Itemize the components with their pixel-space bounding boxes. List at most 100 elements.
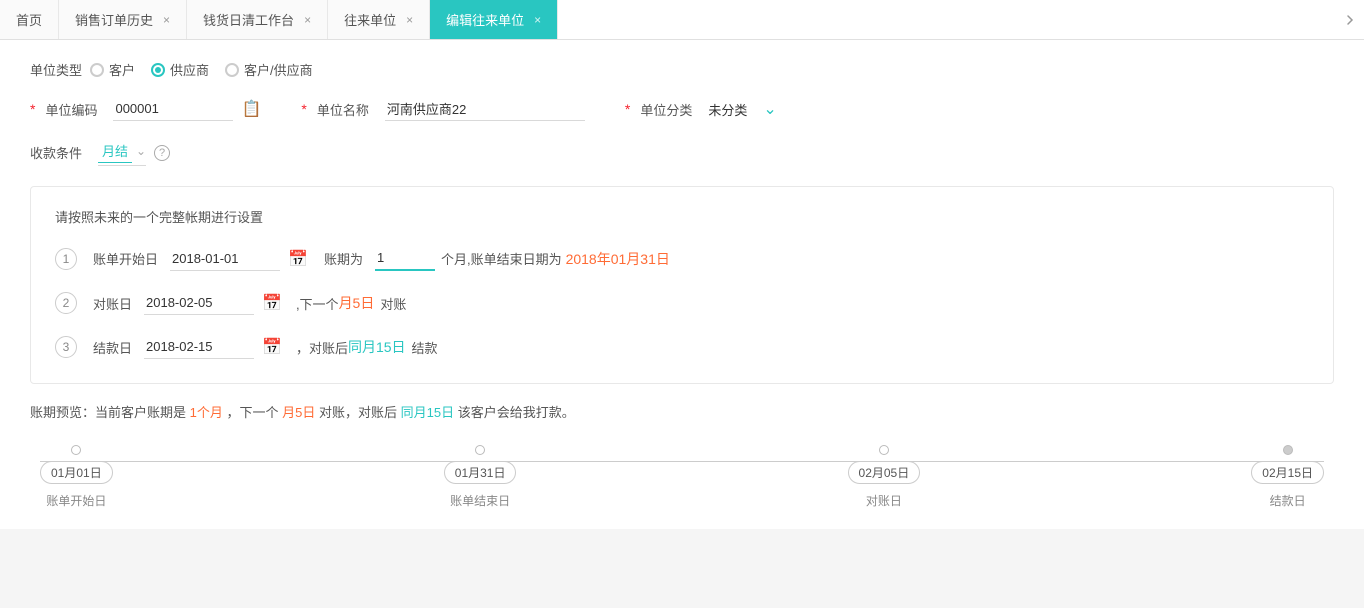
tab-edit-close[interactable]: × [534, 13, 541, 27]
tab-partner[interactable]: 往来单位 × [328, 0, 430, 39]
tab-edit-partner[interactable]: 编辑往来单位 × [430, 0, 558, 39]
help-icon[interactable]: ? [154, 145, 170, 161]
timeline-point-2: 02月05日 对账日 [848, 445, 921, 509]
timeline-dot-0 [71, 445, 81, 455]
unit-type-label: 单位类型 [30, 60, 82, 79]
period-row-3: 3 结款日 📅 ，对账后 同月15日 结款 [55, 335, 1309, 359]
period-box: 请按照未来的一个完整帐期进行设置 1 账单开始日 📅 账期为 个月,账单结束日期… [30, 186, 1334, 384]
radio-customer[interactable]: 客户 [90, 60, 135, 79]
unit-name-label: 单位名称 [317, 100, 369, 119]
timeline-label-2: 对账日 [866, 492, 902, 509]
step-2: 2 [55, 292, 77, 314]
timeline-dot-2 [879, 445, 889, 455]
period-date-3[interactable] [144, 335, 254, 359]
unit-fields-row: * 单位编码 📋 * 单位名称 * 单位分类 未分类 ⌄ [30, 97, 1334, 121]
unit-code-group: * 单位编码 📋 [30, 97, 261, 121]
period-label-1: 账单开始日 [93, 249, 158, 268]
period-label-3: 结款日 [93, 338, 132, 357]
radio-both-circle [225, 63, 239, 77]
calendar-icon-2[interactable]: 📅 [262, 293, 282, 313]
period-row3-post: 结款 [412, 338, 438, 357]
collect-label: 收款条件 [30, 143, 82, 162]
period-for-label: 账期为 [324, 249, 363, 268]
radio-customer-label: 客户 [109, 60, 135, 79]
class-star: * [625, 101, 630, 117]
tab-home[interactable]: 首页 [0, 0, 59, 39]
main-content: 单位类型 客户 供应商 客户/供应商 * 单位编码 📋 * 单位名称 [0, 40, 1364, 529]
tab-cash-work[interactable]: 钱货日清工作台 × [187, 0, 328, 39]
timeline-point-0: 01月01日 账单开始日 [40, 445, 113, 509]
period-row-1: 1 账单开始日 📅 账期为 个月,账单结束日期为 2018年01月31日 [55, 246, 1309, 271]
period-row2-pre: ,下一个 [296, 294, 339, 313]
collect-row: 收款条件 月结 ⌄ ? [30, 139, 1334, 166]
radio-supplier-circle [151, 63, 165, 77]
period-suffix-pre: 个月,账单结束日期为 [441, 249, 562, 268]
calendar-icon-3[interactable]: 📅 [262, 337, 282, 357]
tab-partner-close[interactable]: × [406, 13, 413, 27]
collect-value: 月结 [98, 139, 132, 163]
period-title: 请按照未来的一个完整帐期进行设置 [55, 207, 1309, 226]
period-row2-highlight: 月5日 [339, 293, 375, 313]
timeline-badge-3: 02月15日 [1251, 461, 1324, 484]
radio-both[interactable]: 客户/供应商 [225, 60, 313, 79]
preview-suffix: 该客户会给我打款。 [458, 405, 575, 420]
radio-group: 客户 供应商 客户/供应商 [90, 60, 313, 79]
chevron-right-icon [1344, 14, 1356, 26]
collect-select-wrapper[interactable]: 月结 ⌄ [98, 139, 146, 166]
timeline-points: 01月01日 账单开始日 01月31日 账单结束日 02月05日 对账日 02月… [40, 445, 1324, 509]
timeline-label-3: 结款日 [1270, 492, 1306, 509]
unit-class-dropdown-icon[interactable]: ⌄ [763, 99, 776, 119]
unit-type-row: 单位类型 客户 供应商 客户/供应商 [30, 60, 1334, 79]
unit-code-label: 单位编码 [45, 100, 97, 119]
tab-sales-label: 销售订单历史 [75, 10, 153, 29]
preview-highlight3: 同月15日 [401, 405, 454, 420]
code-star: * [30, 101, 35, 117]
unit-code-input[interactable] [113, 97, 233, 121]
tab-sales-close[interactable]: × [163, 13, 170, 27]
radio-both-label: 客户/供应商 [244, 60, 313, 79]
tab-edit-label: 编辑往来单位 [446, 10, 524, 29]
calendar-icon-1[interactable]: 📅 [288, 249, 308, 269]
name-star: * [301, 101, 306, 117]
preview-middle2: 对账，对账后 [319, 405, 397, 420]
tab-sales-history[interactable]: 销售订单历史 × [59, 0, 187, 39]
tab-partner-label: 往来单位 [344, 10, 396, 29]
period-date-2[interactable] [144, 291, 254, 315]
timeline-badge-2: 02月05日 [848, 461, 921, 484]
unit-class-label: 单位分类 [640, 100, 692, 119]
tab-home-label: 首页 [16, 10, 42, 29]
tab-cash-close[interactable]: × [304, 13, 311, 27]
timeline-dot-1 [475, 445, 485, 455]
step-3: 3 [55, 336, 77, 358]
radio-supplier-label: 供应商 [170, 60, 209, 79]
timeline-label-1: 账单结束日 [450, 492, 510, 509]
unit-name-input[interactable] [385, 97, 585, 121]
preview-middle1: ，下一个 [227, 405, 279, 420]
period-month-input[interactable] [375, 246, 435, 271]
unit-code-icon[interactable]: 📋 [241, 99, 261, 119]
tab-bar: 首页 销售订单历史 × 钱货日清工作台 × 往来单位 × 编辑往来单位 × [0, 0, 1364, 40]
step-1: 1 [55, 248, 77, 270]
collect-dropdown-arrow[interactable]: ⌄ [136, 144, 146, 158]
period-row3-highlight: 同月15日 [348, 337, 406, 357]
tab-nav-arrow[interactable] [1336, 0, 1364, 39]
timeline-point-3: 02月15日 结款日 [1251, 445, 1324, 509]
unit-name-group: * 单位名称 [301, 97, 584, 121]
tab-cash-label: 钱货日清工作台 [203, 10, 294, 29]
timeline-point-1: 01月31日 账单结束日 [444, 445, 517, 509]
preview-prefix: 账期预览：当前客户账期是 [30, 405, 186, 420]
unit-class-group: * 单位分类 未分类 ⌄ [625, 99, 777, 119]
preview-text: 账期预览：当前客户账期是 1个月 ，下一个 月5日 对账，对账后 同月15日 该… [30, 402, 1334, 421]
preview-highlight1: 1个月 [190, 405, 223, 420]
period-date-1[interactable] [170, 247, 280, 271]
timeline-wrapper: 01月01日 账单开始日 01月31日 账单结束日 02月05日 对账日 02月… [30, 445, 1334, 509]
timeline-dot-3 [1283, 445, 1293, 455]
timeline-label-0: 账单开始日 [46, 492, 106, 509]
period-row-2: 2 对账日 📅 ,下一个 月5日 对账 [55, 291, 1309, 315]
timeline-badge-0: 01月01日 [40, 461, 113, 484]
period-end-date: 2018年01月31日 [566, 249, 670, 269]
radio-supplier[interactable]: 供应商 [151, 60, 209, 79]
preview-highlight2: 月5日 [282, 405, 315, 420]
period-label-2: 对账日 [93, 294, 132, 313]
unit-class-value: 未分类 [708, 100, 747, 119]
